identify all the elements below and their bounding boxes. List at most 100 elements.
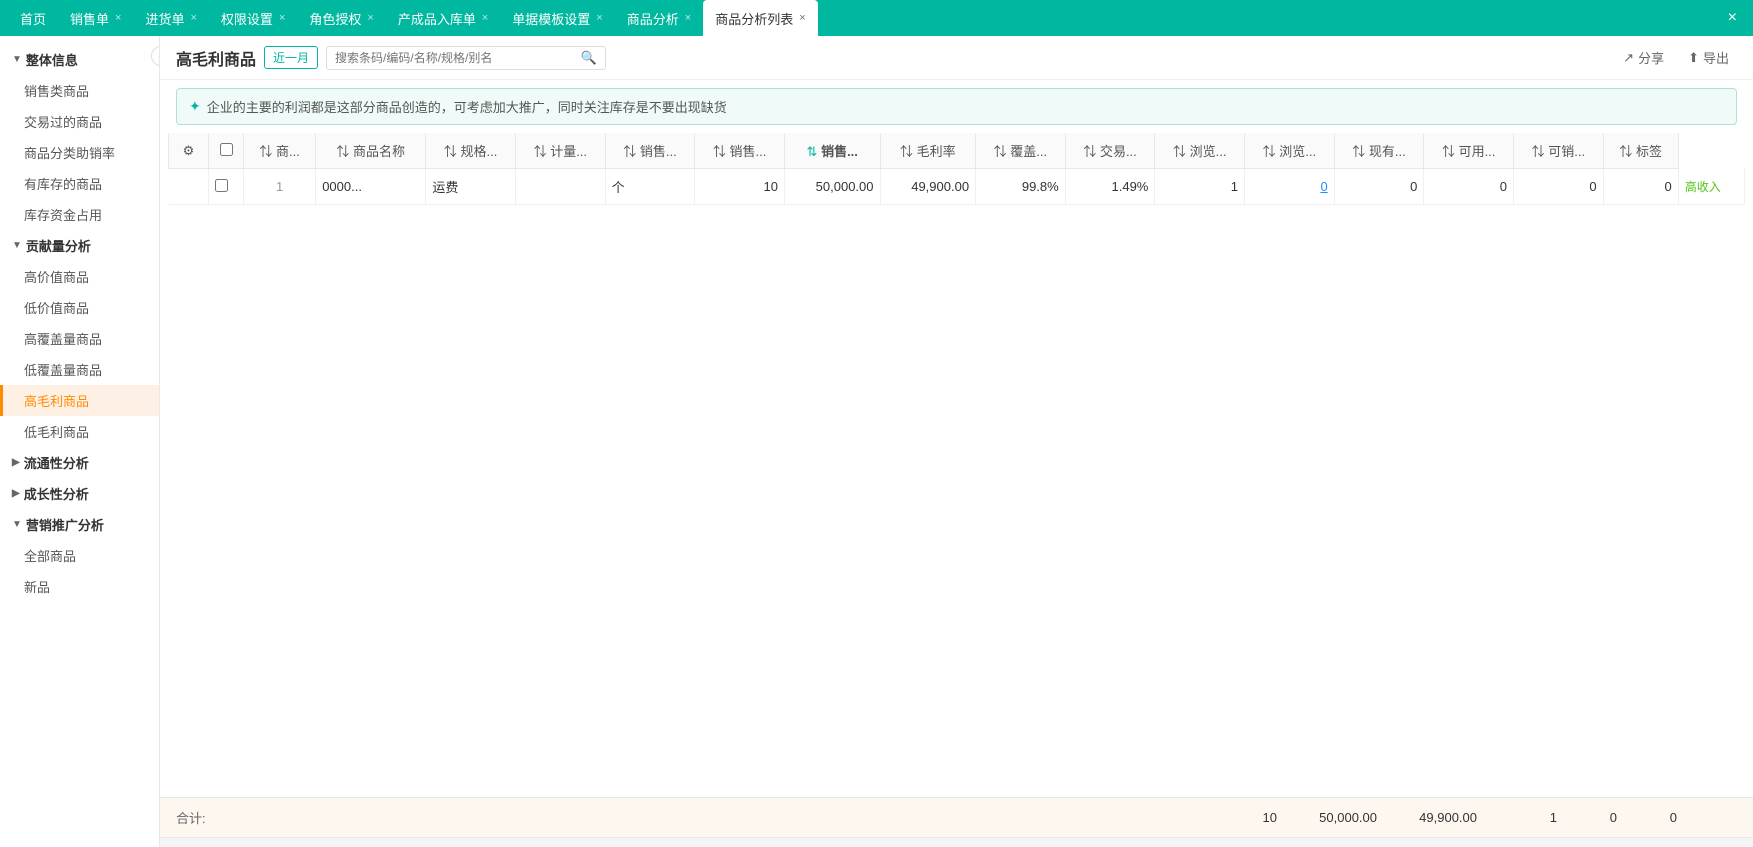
row-current-stock: 0 xyxy=(1424,169,1514,205)
sidebar-item-all-goods[interactable]: 全部商品 xyxy=(0,540,159,571)
footer-sales-qty: 10 xyxy=(1217,810,1277,825)
col-tag: ⇅ 标签 xyxy=(1603,133,1678,169)
tab-inbound[interactable]: 产成品入库单 × xyxy=(386,0,500,36)
row-tag: 高收入 xyxy=(1678,169,1744,205)
footer-available: 0 xyxy=(1577,810,1617,825)
tab-sales[interactable]: 销售单 × xyxy=(58,0,133,36)
sort-icon[interactable]: ⇅ xyxy=(336,144,349,159)
col-sales-amount: ⇅ 销售... xyxy=(695,133,785,169)
sidebar-item-stock-goods[interactable]: 有库存的商品 xyxy=(0,168,159,199)
content-area: 高毛利商品 近一月 🔍 ↗ 分享 ⬆ 导出 ✦ 企业的主要的利润都是这部分商品创… xyxy=(160,36,1753,847)
share-button[interactable]: ↗ 分享 xyxy=(1615,44,1672,71)
sidebar-group-contribution[interactable]: ▼ 贡献量分析 xyxy=(0,230,159,261)
sort-icon[interactable]: ⇅ xyxy=(807,144,818,159)
info-banner: ✦ 企业的主要的利润都是这部分商品创造的，可考虑加大推广，同时关注库存是不要出现… xyxy=(176,88,1737,125)
row-coverage: 1.49% xyxy=(1065,169,1155,205)
col-checkbox[interactable] xyxy=(209,133,244,169)
tab-template[interactable]: 单据模板设置 × xyxy=(500,0,614,36)
tab-purchase[interactable]: 进货单 × xyxy=(133,0,208,36)
row-settings[interactable] xyxy=(169,169,209,205)
sort-icon[interactable]: ⇅ xyxy=(1532,144,1545,159)
row-available: 0 xyxy=(1514,169,1604,205)
data-table: ⚙ ⇅ 商... ⇅ 商品名称 ⇅ 规格... ⇅ 计量... ⇅ 销售... … xyxy=(168,133,1745,205)
col-available: ⇅ 可用... xyxy=(1424,133,1514,169)
sidebar-group-circulation[interactable]: ▶ 流通性分析 xyxy=(0,447,159,478)
close-icon[interactable]: × xyxy=(190,12,196,24)
sort-icon[interactable]: ⇅ xyxy=(623,144,636,159)
col-spec: ⇅ 规格... xyxy=(426,133,516,169)
sidebar: « ▼ 整体信息 销售类商品 交易过的商品 商品分类助销率 有库存的商品 库存资… xyxy=(0,36,160,847)
sort-icon[interactable]: ⇅ xyxy=(444,144,457,159)
sidebar-item-low-value[interactable]: 低价值商品 xyxy=(0,292,159,323)
sort-icon[interactable]: ⇅ xyxy=(259,144,272,159)
col-saleable: ⇅ 可销... xyxy=(1514,133,1604,169)
share-icon: ↗ xyxy=(1623,50,1634,66)
sidebar-group-overall[interactable]: ▼ 整体信息 xyxy=(0,44,159,75)
chevron-down-icon: ▼ xyxy=(12,54,22,65)
sort-icon[interactable]: ⇅ xyxy=(1352,144,1365,159)
sort-icon[interactable]: ⇅ xyxy=(1263,144,1276,159)
sidebar-item-low-coverage[interactable]: 低覆盖量商品 xyxy=(0,354,159,385)
row-browse1[interactable]: 0 xyxy=(1245,169,1335,205)
content-header: 高毛利商品 近一月 🔍 ↗ 分享 ⬆ 导出 xyxy=(160,36,1753,80)
sidebar-item-low-gross[interactable]: 低毛利商品 xyxy=(0,416,159,447)
search-box: 🔍 xyxy=(326,46,606,70)
horizontal-scrollbar[interactable] xyxy=(160,837,1753,847)
col-name: ⇅ 商品名称 xyxy=(316,133,426,169)
row-checkbox[interactable] xyxy=(209,169,244,205)
tab-role[interactable]: 角色授权 × xyxy=(297,0,385,36)
search-icon[interactable]: 🔍 xyxy=(581,50,597,66)
footer-label: 合计: xyxy=(176,808,226,827)
sidebar-item-high-coverage[interactable]: 高覆盖量商品 xyxy=(0,323,159,354)
footer-sales-amount: 50,000.00 xyxy=(1297,810,1377,825)
row-sales-profit: 49,900.00 xyxy=(880,169,976,205)
close-icon[interactable]: × xyxy=(799,12,805,24)
tab-home[interactable]: 首页 xyxy=(8,0,58,36)
export-icon: ⬆ xyxy=(1688,50,1699,66)
close-window-button[interactable]: × xyxy=(1720,9,1745,27)
close-icon[interactable]: × xyxy=(482,12,488,24)
select-all-checkbox[interactable] xyxy=(220,143,233,156)
sidebar-item-traded-goods[interactable]: 交易过的商品 xyxy=(0,106,159,137)
col-sales-profit: ⇅ 销售... xyxy=(784,133,880,169)
close-icon[interactable]: × xyxy=(279,12,285,24)
chevron-down-icon: ▼ xyxy=(12,240,22,251)
main-container: « ▼ 整体信息 销售类商品 交易过的商品 商品分类助销率 有库存的商品 库存资… xyxy=(0,36,1753,847)
sort-icon[interactable]: ⇅ xyxy=(1173,144,1186,159)
time-filter-button[interactable]: 近一月 xyxy=(264,46,318,69)
sidebar-item-high-value[interactable]: 高价值商品 xyxy=(0,261,159,292)
close-icon[interactable]: × xyxy=(685,12,691,24)
close-icon[interactable]: × xyxy=(367,12,373,24)
row-sales-amount: 50,000.00 xyxy=(784,169,880,205)
row-browse2: 0 xyxy=(1334,169,1424,205)
col-code: ⇅ 商... xyxy=(244,133,316,169)
sort-icon[interactable]: ⇅ xyxy=(1619,144,1632,159)
sidebar-group-marketing[interactable]: ▼ 营销推广分析 xyxy=(0,509,159,540)
col-browse2: ⇅ 浏览... xyxy=(1245,133,1335,169)
sidebar-item-sales-goods[interactable]: 销售类商品 xyxy=(0,75,159,106)
search-input[interactable] xyxy=(335,51,581,65)
sort-icon[interactable]: ⇅ xyxy=(713,144,726,159)
tab-analysis[interactable]: 商品分析 × xyxy=(615,0,703,36)
sort-icon[interactable]: ⇅ xyxy=(1442,144,1455,159)
col-transaction: ⇅ 交易... xyxy=(1065,133,1155,169)
sidebar-item-stock-capital[interactable]: 库存资金占用 xyxy=(0,199,159,230)
col-settings[interactable]: ⚙ xyxy=(169,133,209,169)
export-button[interactable]: ⬆ 导出 xyxy=(1680,44,1737,71)
sidebar-item-new-goods[interactable]: 新品 xyxy=(0,571,159,602)
row-index: 1 xyxy=(244,169,316,205)
close-icon[interactable]: × xyxy=(115,12,121,24)
sort-icon[interactable]: ⇅ xyxy=(900,144,913,159)
tab-analysis-list[interactable]: 商品分析列表 × xyxy=(703,0,817,36)
close-icon[interactable]: × xyxy=(596,12,602,24)
sort-icon[interactable]: ⇅ xyxy=(994,144,1007,159)
sidebar-item-high-gross[interactable]: 高毛利商品 xyxy=(0,385,159,416)
sort-icon[interactable]: ⇅ xyxy=(1083,144,1096,159)
row-saleable: 0 xyxy=(1603,169,1678,205)
sidebar-item-category-rate[interactable]: 商品分类助销率 xyxy=(0,137,159,168)
row-name: 运费 xyxy=(426,169,516,205)
row-gross-rate: 99.8% xyxy=(976,169,1066,205)
tab-permission[interactable]: 权限设置 × xyxy=(209,0,297,36)
sidebar-group-growth[interactable]: ▶ 成长性分析 xyxy=(0,478,159,509)
sort-icon[interactable]: ⇅ xyxy=(534,144,547,159)
